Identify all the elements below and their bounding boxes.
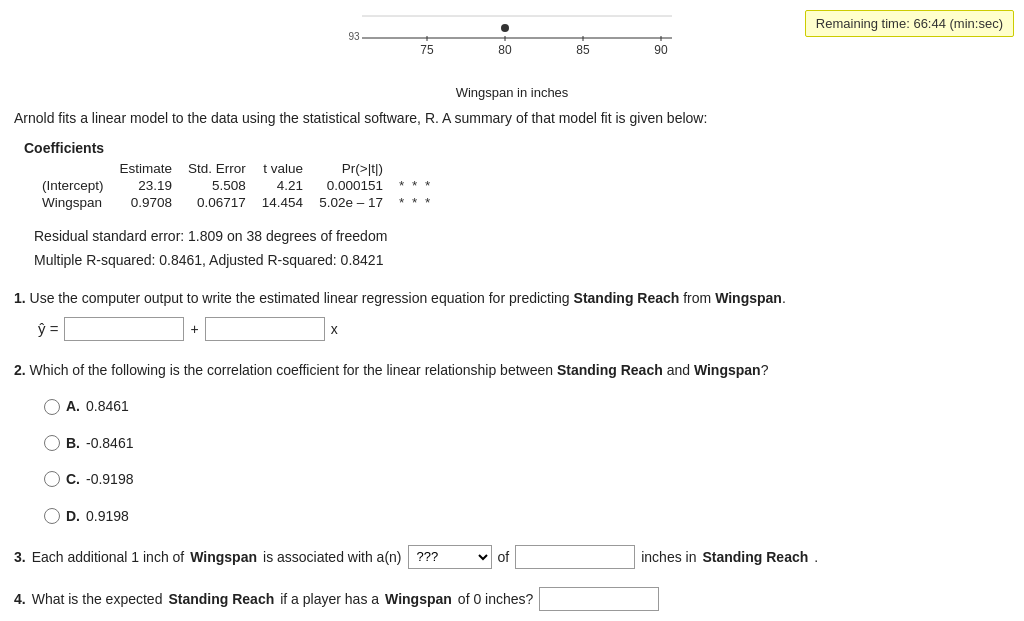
q2-bold1: Standing Reach — [557, 362, 663, 378]
question-4: 4. What is the expected Standing Reach i… — [14, 587, 1010, 611]
q3-period: . — [814, 546, 818, 568]
q1-plus: + — [190, 318, 198, 340]
q4-text2: if a player has a — [280, 588, 379, 610]
coeff-intercept-name: (Intercept) — [34, 177, 116, 194]
coeff-intercept-estimate: 23.19 — [116, 177, 185, 194]
col-name-header — [34, 160, 116, 177]
q3-text-middle: is associated with a(n) — [263, 546, 402, 568]
q1-from: from — [683, 290, 711, 306]
q1-bold2: Wingspan — [715, 290, 782, 306]
chart-dot — [501, 24, 509, 32]
q2-value-a: 0.8461 — [86, 395, 129, 417]
q3-text-after: inches in — [641, 546, 696, 568]
q3-input-value[interactable] — [515, 545, 635, 569]
q4-input-answer[interactable] — [539, 587, 659, 611]
svg-text:85: 85 — [576, 43, 590, 57]
chart-container: 75 80 85 90 93 Wingspan in inches — [332, 8, 692, 100]
coefficients-section: Coefficients Estimate Std. Error t value… — [14, 140, 1010, 211]
q2-value-c: -0.9198 — [86, 468, 133, 490]
page-wrapper: Remaining time: 66:44 (min:sec) 75 80 — [0, 0, 1024, 621]
q2-question-mark: ? — [761, 362, 769, 378]
q2-text: Which of the following is the correlatio… — [30, 362, 553, 378]
question-3: 3. Each additional 1 inch of Wingspan is… — [14, 545, 1010, 569]
q4-number: 4. — [14, 588, 26, 610]
q3-row: 3. Each additional 1 inch of Wingspan is… — [14, 545, 1010, 569]
coefficients-title: Coefficients — [24, 140, 1010, 156]
q2-radio-c[interactable] — [44, 471, 60, 487]
chart-svg: 75 80 85 90 93 — [332, 8, 692, 73]
q2-option-b: B. -0.8461 — [44, 432, 1010, 454]
q2-radio-b[interactable] — [44, 435, 60, 451]
y-hat-symbol: ŷ = — [38, 317, 58, 341]
q1-bold1: Standing Reach — [574, 290, 680, 306]
q2-option-d: D. 0.9198 — [44, 505, 1010, 527]
q1-period: . — [782, 290, 786, 306]
coeff-wingspan-pr: 5.02e – 17 — [315, 194, 395, 211]
q3-text-before: Each additional 1 inch of — [32, 546, 185, 568]
q1-input-intercept[interactable] — [64, 317, 184, 341]
coeff-row-wingspan: Wingspan 0.9708 0.06717 14.454 5.02e – 1… — [34, 194, 444, 211]
residuals-line2: Multiple R-squared: 0.8461, Adjusted R-s… — [34, 249, 1010, 273]
residuals-line1: Residual standard error: 1.809 on 38 deg… — [34, 225, 1010, 249]
coeff-wingspan-stars: * * * — [395, 194, 444, 211]
q4-text: What is the expected — [32, 588, 163, 610]
svg-text:90: 90 — [654, 43, 668, 57]
coeff-wingspan-tvalue: 14.454 — [258, 194, 315, 211]
q1-number: 1. — [14, 290, 26, 306]
col-stars-header — [395, 160, 444, 177]
svg-text:93: 93 — [348, 31, 360, 42]
q1-x-label: x — [331, 318, 338, 340]
q2-label-a: A. — [66, 395, 80, 417]
q2-label-b: B. — [66, 432, 80, 454]
col-estimate-header: Estimate — [116, 160, 185, 177]
x-axis-label: Wingspan in inches — [332, 85, 692, 100]
col-stderr-header: Std. Error — [184, 160, 258, 177]
q2-label-c: C. — [66, 468, 80, 490]
q4-text3: of 0 inches? — [458, 588, 534, 610]
q1-text: Use the computer output to write the est… — [30, 290, 570, 306]
coeff-intercept-pr: 0.000151 — [315, 177, 395, 194]
q4-row: 4. What is the expected Standing Reach i… — [14, 587, 1010, 611]
q2-radio-d[interactable] — [44, 508, 60, 524]
equation-row: ŷ = + x — [38, 317, 1010, 341]
question-2: 2. Which of the following is the correla… — [14, 359, 1010, 527]
q2-bold2: Wingspan — [694, 362, 761, 378]
coefficients-table: Estimate Std. Error t value Pr(>|t|) (In… — [34, 160, 444, 211]
intro-text: Arnold fits a linear model to the data u… — [14, 110, 1010, 126]
coeff-wingspan-stderr: 0.06717 — [184, 194, 258, 211]
q2-option-a: A. 0.8461 — [44, 395, 1010, 417]
col-tvalue-header: t value — [258, 160, 315, 177]
chart-section: 75 80 85 90 93 Wingspan in inches — [0, 0, 1024, 100]
coeff-wingspan-name: Wingspan — [34, 194, 116, 211]
q2-value-b: -0.8461 — [86, 432, 133, 454]
main-content: Arnold fits a linear model to the data u… — [0, 100, 1024, 621]
svg-text:75: 75 — [420, 43, 434, 57]
q2-value-d: 0.9198 — [86, 505, 129, 527]
q2-radio-a[interactable] — [44, 399, 60, 415]
coeff-intercept-tvalue: 4.21 — [258, 177, 315, 194]
coeff-row-intercept: (Intercept) 23.19 5.508 4.21 0.000151 * … — [34, 177, 444, 194]
q1-input-slope[interactable] — [205, 317, 325, 341]
q2-and: and — [667, 362, 690, 378]
coeff-intercept-stars: * * * — [395, 177, 444, 194]
q3-text-of: of — [498, 546, 510, 568]
col-pr-header: Pr(>|t|) — [315, 160, 395, 177]
svg-text:80: 80 — [498, 43, 512, 57]
coeff-header-row: Estimate Std. Error t value Pr(>|t|) — [34, 160, 444, 177]
residuals-section: Residual standard error: 1.809 on 38 deg… — [34, 225, 1010, 273]
q3-bold2: Standing Reach — [702, 546, 808, 568]
q2-label-d: D. — [66, 505, 80, 527]
q4-bold2: Wingspan — [385, 588, 452, 610]
question-1: 1. Use the computer output to write the … — [14, 287, 1010, 341]
coeff-wingspan-estimate: 0.9708 — [116, 194, 185, 211]
q2-number: 2. — [14, 362, 26, 378]
chart-area: 75 80 85 90 93 — [332, 8, 692, 83]
q3-number: 3. — [14, 546, 26, 568]
q2-option-c: C. -0.9198 — [44, 468, 1010, 490]
q3-bold1: Wingspan — [190, 546, 257, 568]
coeff-intercept-stderr: 5.508 — [184, 177, 258, 194]
q4-bold1: Standing Reach — [168, 588, 274, 610]
q3-dropdown[interactable]: ??? increase decrease — [408, 545, 492, 569]
